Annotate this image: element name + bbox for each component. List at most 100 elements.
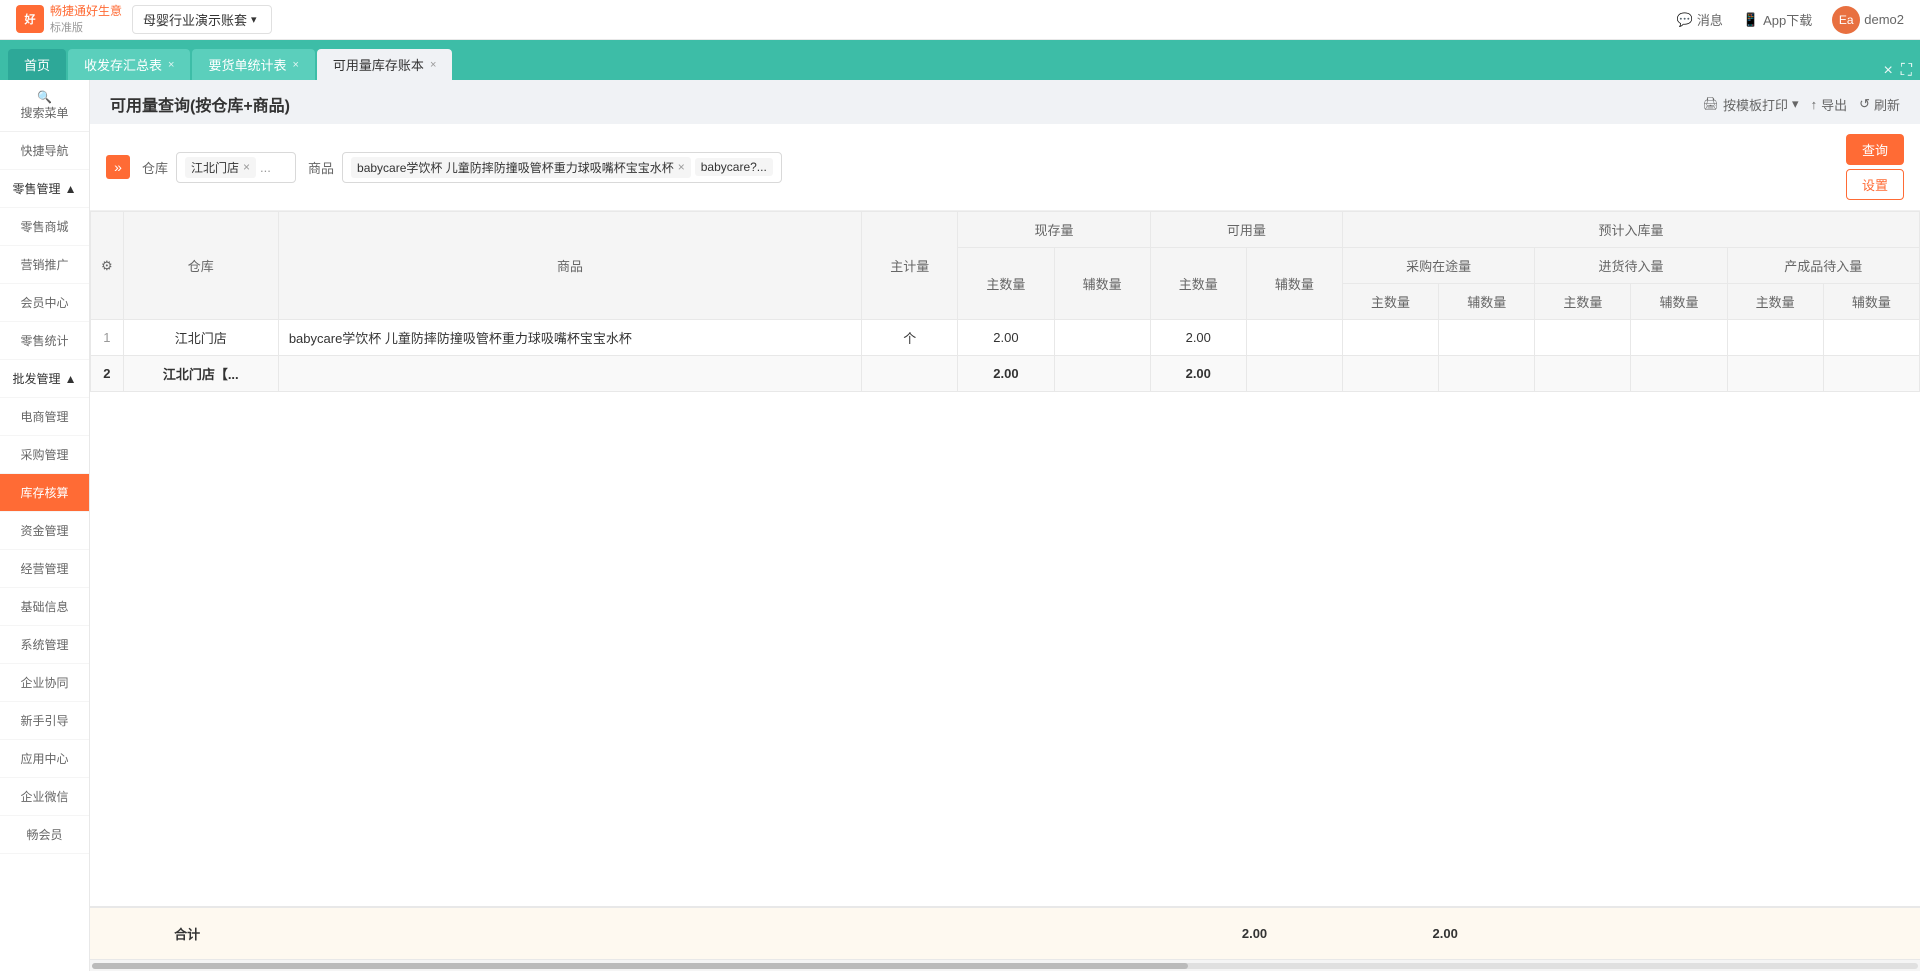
print-btn[interactable]: 🖨 按模板打印 ▾ [1703,95,1799,114]
refresh-label: 刷新 [1874,95,1900,114]
row-pp-sub-1 [1631,320,1727,356]
th-stock-main: 主数量 [958,248,1054,320]
sidebar-item-ecommerce-mgmt[interactable]: 电商管理 [0,398,89,436]
th-pp-main-label: 主数量 [1563,295,1602,310]
th-settings[interactable]: ⚙ [91,212,124,320]
product-filter-input[interactable]: babycare学饮杯 儿童防摔防撞吸管杯重力球吸嘴杯宝宝水杯 × babyca… [342,152,782,183]
sidebar-item-basic-info[interactable]: 基础信息 [0,588,89,626]
warehouse-tag-close[interactable]: × [243,160,250,174]
close-all-btn[interactable]: × [1883,62,1892,80]
th-product-label: 商品 [557,259,583,274]
main-layout: 🔍 搜索菜单 快捷导航 零售管理 ▲ 零售商城 营销推广 会员中心 零售统计 批… [0,80,1920,971]
th-purchase-transit: 采购在途量 [1342,248,1534,284]
row-stock-sub-1 [1054,320,1150,356]
refresh-btn[interactable]: ↺ 刷新 [1859,95,1900,114]
sidebar-item-system-mgmt-label: 系统管理 [20,638,68,652]
th-avail-sub-label: 辅数量 [1275,277,1314,292]
product-tag-1-close[interactable]: × [678,160,685,174]
top-bar: 好 畅捷通好生意 标准版 母婴行业演示账套 ▾ 💬 消息 📱 App下载 Ea … [0,0,1920,40]
sidebar-item-finance-mgmt[interactable]: 资金管理 [0,512,89,550]
sidebar-item-new-guide[interactable]: 新手引导 [0,702,89,740]
sidebar-item-retail-mgmt[interactable]: 零售管理 ▲ [0,170,89,208]
chevron-down-icon: ▲ [65,182,77,196]
avatar-text: Ea [1839,13,1854,27]
subtotal-pt-main [1342,356,1438,392]
warehouse-filter-label: 仓库 [142,158,168,177]
product-filter-label: 商品 [308,158,334,177]
logo-info: 畅捷通好生意 标准版 [50,4,122,34]
sidebar-item-purchase-mgmt[interactable]: 采购管理 [0,436,89,474]
tab-available-ledger-label: 可用量库存账本 [333,55,424,74]
sidebar-item-member-center-label: 会员中心 [20,296,68,310]
sidebar-item-app-center[interactable]: 应用中心 [0,740,89,778]
tab-available-ledger[interactable]: 可用量库存账本 × [317,49,452,80]
sidebar-item-marketing[interactable]: 营销推广 [0,246,89,284]
sidebar-item-operations-mgmt[interactable]: 经营管理 [0,550,89,588]
total-pp-sub [1745,916,1803,951]
sidebar-item-vip-member-label: 畅会员 [26,828,62,842]
expand-filter-btn[interactable]: » [106,155,130,179]
row-avail-sub-1 [1246,320,1342,356]
sidebar-item-retail-store[interactable]: 零售商城 [0,208,89,246]
sidebar-item-member-center[interactable]: 会员中心 [0,284,89,322]
sidebar-item-system-mgmt[interactable]: 系统管理 [0,626,89,664]
sidebar-item-quick-nav[interactable]: 快捷导航 [0,132,89,170]
scrollbar-thumb[interactable] [92,963,1188,969]
th-prod-sub: 辅数量 [1823,284,1919,320]
logo-sub: 标准版 [50,19,122,35]
tenant-selector[interactable]: 母婴行业演示账套 ▾ [132,5,272,34]
tab-order-stats-close[interactable]: × [292,59,298,71]
app-download-btn[interactable]: 📱 App下载 [1743,10,1812,29]
tab-receive-summary[interactable]: 收发存汇总表 × [68,49,190,80]
subtotal-unit [862,356,958,392]
query-button[interactable]: 查询 [1846,134,1904,165]
fullscreen-btn[interactable]: ⛶ [1901,62,1912,80]
warehouse-filter-group: 仓库 江北门店 × ... [142,152,296,183]
sidebar-item-enterprise-collab[interactable]: 企业协同 [0,664,89,702]
nav-right-actions: × ⛶ [1883,62,1912,80]
sidebar-item-inventory-check[interactable]: 库存核算 [0,474,89,512]
subtotal-product [278,356,861,392]
sidebar-item-vip-member[interactable]: 畅会员 [0,816,89,854]
data-table: ⚙ 仓库 商品 主计量 现存量 [90,211,1920,392]
th-pp-main: 主数量 [1535,284,1631,320]
horizontal-scrollbar[interactable] [90,959,1920,971]
table-container: ⚙ 仓库 商品 主计量 现存量 [90,211,1920,906]
sidebar-item-purchase-mgmt-label: 采购管理 [20,448,68,462]
warehouse-more-btn[interactable]: ... [260,160,271,175]
setting-button[interactable]: 设置 [1846,169,1904,200]
sidebar-item-wholesale-mgmt[interactable]: 批发管理 ▲ [0,360,89,398]
tenant-name: 母婴行业演示账套 [143,10,247,29]
sidebar-search[interactable]: 🔍 搜索菜单 [0,80,89,132]
sidebar-item-finance-mgmt-label: 资金管理 [20,524,68,538]
th-forecast: 预计入库量 [1342,212,1919,248]
product-filter-tag-1: babycare学饮杯 儿童防摔防撞吸管杯重力球吸嘴杯宝宝水杯 × [351,157,691,178]
row-num-1: 1 [91,320,124,356]
tab-available-ledger-close[interactable]: × [430,59,436,71]
sidebar-item-retail-stats[interactable]: 零售统计 [0,322,89,360]
scrollbar-track[interactable] [92,963,1918,969]
tab-receive-summary-close[interactable]: × [168,59,174,71]
row-unit-1: 个 [862,320,958,356]
th-main-unit: 主计量 [862,212,958,320]
sidebar-item-operations-mgmt-label: 经营管理 [20,562,68,576]
sidebar-item-enterprise-wechat[interactable]: 企业微信 [0,778,89,816]
row-avail-main-1: 2.00 [1150,320,1246,356]
row-product-1: babycare学饮杯 儿童防摔防撞吸管杯重力球吸嘴杯宝宝水杯 [278,320,861,356]
row-pt-sub-1 [1439,320,1535,356]
tab-order-stats[interactable]: 要货单统计表 × [192,49,314,80]
total-prod-main [1803,916,1861,951]
export-icon: ↑ [1811,97,1818,112]
th-warehouse-label: 仓库 [188,259,214,274]
tab-home[interactable]: 首页 [8,49,66,80]
export-btn[interactable]: ↑ 导出 [1811,95,1848,114]
product-filter-group: 商品 babycare学饮杯 儿童防摔防撞吸管杯重力球吸嘴杯宝宝水杯 × bab… [308,152,782,183]
user-area[interactable]: Ea demo2 [1832,6,1904,34]
total-row: 合计 2.00 2.00 [90,916,1920,951]
top-bar-right: 💬 消息 📱 App下载 Ea demo2 [1677,6,1904,34]
warehouse-filter-input[interactable]: 江北门店 × ... [176,152,296,183]
message-btn[interactable]: 💬 消息 [1677,10,1723,29]
print-label: 按模板打印 [1723,95,1788,114]
total-footer: 合计 2.00 2.00 [90,906,1920,959]
product-filter-tag-2: babycare?... [695,158,773,176]
